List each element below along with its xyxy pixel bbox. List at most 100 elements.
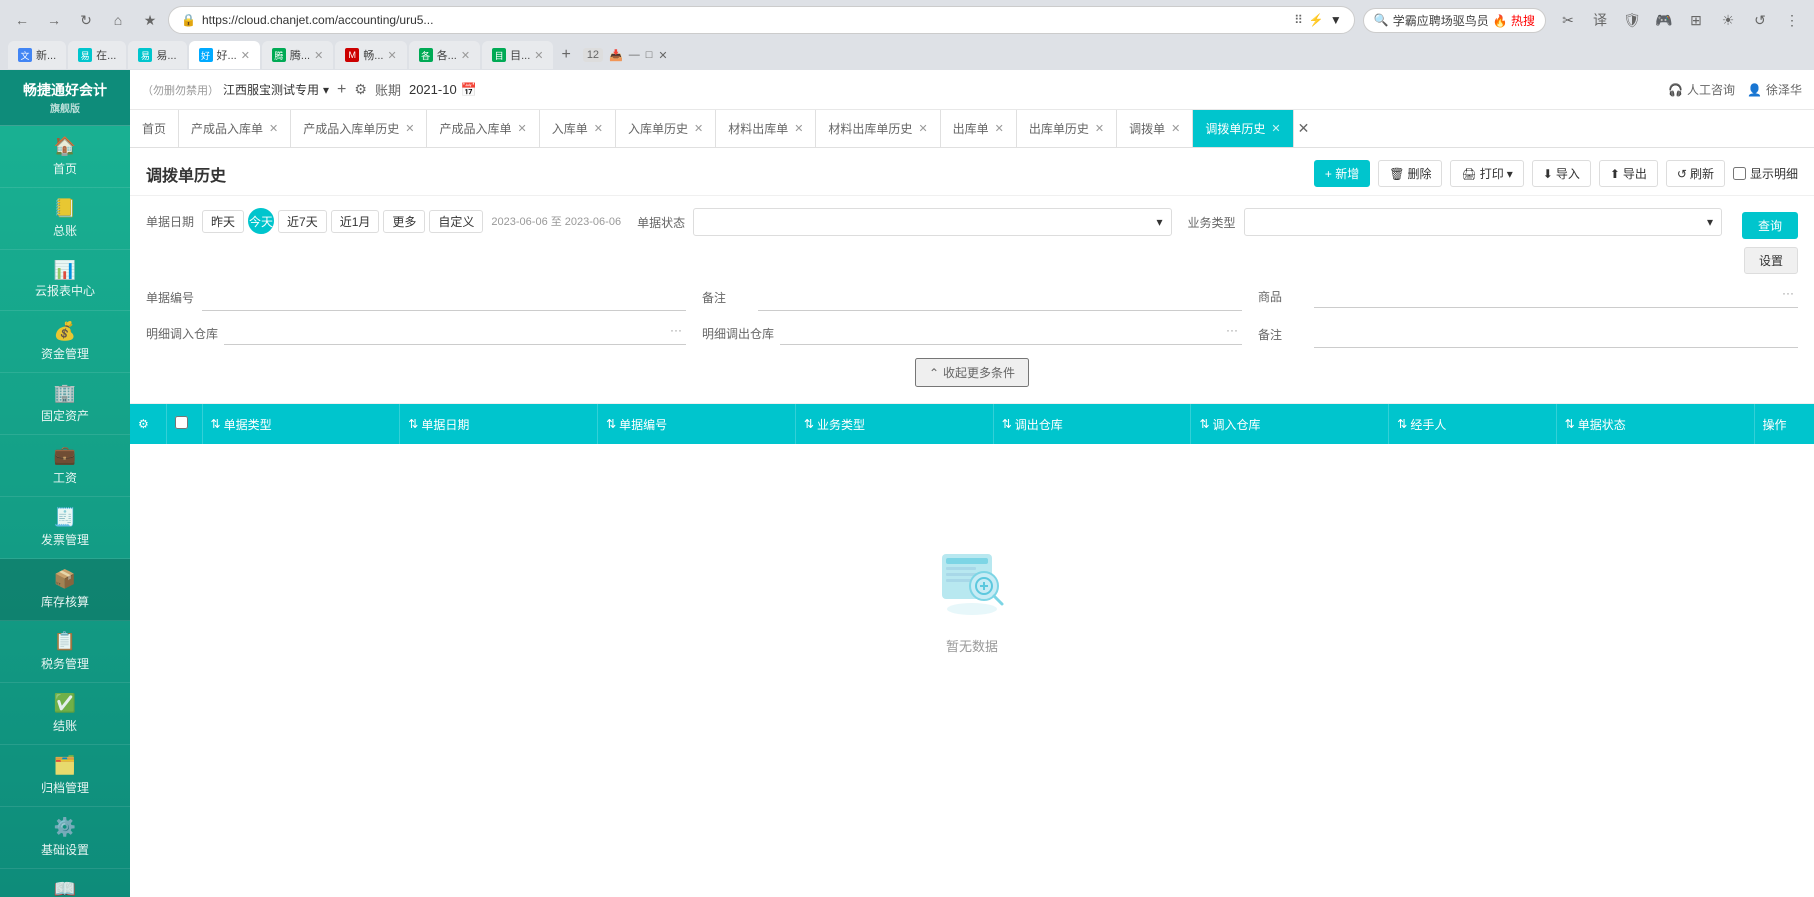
browser-tab-active[interactable]: 好 好... ✕ (189, 41, 260, 69)
tab-close-9[interactable]: ✕ (1095, 122, 1104, 135)
refresh-btn[interactable]: ↺ 刷新 (1666, 160, 1725, 187)
th-doc-no[interactable]: ⇅ 单据编号 (598, 404, 796, 444)
th-doc-type[interactable]: ⇅ 单据类型 (202, 404, 400, 444)
tab-cpinbound[interactable]: 产成品入库单 ✕ (179, 110, 291, 148)
remark-input[interactable] (762, 286, 1238, 308)
select-all-checkbox[interactable] (175, 416, 188, 429)
tab-material-out[interactable]: 材料出库单 ✕ (716, 110, 816, 148)
minimize-btn[interactable]: — (629, 49, 640, 61)
tab5-close[interactable]: ✕ (314, 49, 323, 62)
tab7-close[interactable]: ✕ (461, 49, 470, 62)
game-icon[interactable]: 🎮 (1650, 6, 1678, 34)
add-company-btn[interactable]: + (337, 81, 346, 99)
tab-close-icon[interactable]: ✕ (241, 49, 250, 62)
tab-close-7[interactable]: ✕ (918, 122, 927, 135)
sidebar-item-reports[interactable]: 📊 云报表中心 (0, 250, 130, 311)
docno-input[interactable] (206, 286, 682, 308)
translate-icon[interactable]: 译 (1586, 6, 1614, 34)
tab-close-2[interactable]: ✕ (405, 122, 414, 135)
export-btn[interactable]: ⬆ 导出 (1599, 160, 1658, 187)
user-btn[interactable]: 👤 徐泽华 (1747, 81, 1802, 98)
browser-tab-8[interactable]: 目 目... ✕ (482, 41, 553, 69)
sidebar-item-inventory[interactable]: 📦 库存核算 (0, 559, 130, 621)
tab-close-8[interactable]: ✕ (995, 122, 1004, 135)
tab8-close[interactable]: ✕ (534, 49, 543, 62)
tab-outbound-history[interactable]: 出库单历史 ✕ (1017, 110, 1117, 148)
sidebar-item-basic[interactable]: ⚙️ 基础设置 (0, 807, 130, 869)
sidebar-item-settle[interactable]: ✅ 结账 (0, 683, 130, 745)
sidebar-item-fixed[interactable]: 🏢 固定资产 (0, 373, 130, 435)
tab-close-3[interactable]: ✕ (518, 122, 527, 135)
show-full-checkbox[interactable]: 显示明细 (1733, 165, 1798, 182)
tab-outbound[interactable]: 出库单 ✕ (941, 110, 1017, 148)
wh-out-more-btn[interactable]: ··· (1226, 323, 1238, 342)
biz-type-select[interactable]: ▾ (1244, 208, 1722, 236)
tab-cpinbound-history[interactable]: 产成品入库单历史 ✕ (291, 110, 427, 148)
filter-settings-btn[interactable]: 设置 (1744, 247, 1798, 274)
sidebar-item-home[interactable]: 🏠 首页 (0, 126, 130, 188)
company-selector[interactable]: （勿删勿禁用） 江西服宝测试专用 ▾ (142, 81, 329, 98)
sidebar-item-salary[interactable]: 💼 工资 (0, 435, 130, 497)
tab-inbound-history[interactable]: 入库单历史 ✕ (616, 110, 716, 148)
th-in-warehouse[interactable]: ⇅ 调入仓库 (1191, 404, 1389, 444)
tab-close-10[interactable]: ✕ (1171, 122, 1180, 135)
sun-icon[interactable]: ☀ (1714, 6, 1742, 34)
undo-icon[interactable]: ↺ (1746, 6, 1774, 34)
date-btn-1month[interactable]: 近1月 (331, 210, 380, 233)
sidebar-item-capital[interactable]: 💰 资金管理 (0, 311, 130, 373)
bookmark-btn[interactable]: ★ (136, 6, 164, 34)
print-dropdown[interactable]: ▾ (1507, 167, 1513, 181)
forward-btn[interactable]: → (40, 6, 68, 34)
import-btn[interactable]: ⬇ 导入 (1532, 160, 1591, 187)
sidebar-item-tax[interactable]: 📋 税务管理 (0, 621, 130, 683)
cut-icon[interactable]: ✂ (1554, 6, 1582, 34)
status-select[interactable]: ▾ (693, 208, 1171, 236)
th-status[interactable]: ⇅ 单据状态 (1556, 404, 1754, 444)
sidebar-item-archive[interactable]: 🗂️ 归档管理 (0, 745, 130, 807)
tab6-close[interactable]: ✕ (387, 49, 396, 62)
print-btn[interactable]: 🖨 打印 ▾ (1450, 160, 1523, 187)
th-out-warehouse[interactable]: ⇅ 调出仓库 (993, 404, 1191, 444)
search-bar[interactable]: 🔍 学霸应聘场驱鸟员 🔥 热搜 (1363, 8, 1546, 33)
close-all-tabs-btn[interactable]: ✕ (1298, 120, 1310, 137)
service-btn[interactable]: 🎧 人工咨询 (1668, 81, 1735, 98)
browser-tab-1[interactable]: 文 新... (8, 41, 66, 69)
note-input[interactable] (1318, 323, 1794, 345)
date-btn-today[interactable]: 今天 (248, 208, 274, 234)
address-bar[interactable]: 🔒 https://cloud.chanjet.com/accounting/u… (168, 6, 1355, 34)
tab-transfer-history[interactable]: 调拨单历史 ✕ (1193, 110, 1293, 148)
sidebar-item-invoice[interactable]: 🧾 发票管理 (0, 497, 130, 559)
downloads-icon[interactable]: 📥 (609, 49, 623, 62)
tab-material-out-history[interactable]: 材料出库单历史 ✕ (816, 110, 940, 148)
browser-tab-2[interactable]: 易 在... (68, 41, 126, 69)
tab-close-11[interactable]: ✕ (1271, 122, 1280, 135)
home-btn[interactable]: ⌂ (104, 6, 132, 34)
th-gear[interactable]: ⚙ (130, 404, 166, 444)
date-btn-more[interactable]: 更多 (383, 210, 425, 233)
th-handler[interactable]: ⇅ 经手人 (1389, 404, 1556, 444)
browser-tab-6[interactable]: M 畅... ✕ (335, 41, 406, 69)
tab-close-5[interactable]: ✕ (694, 122, 703, 135)
wh-in-more-btn[interactable]: ··· (670, 323, 682, 342)
sidebar-item-ledger[interactable]: 📒 总账 (0, 188, 130, 250)
new-tab-btn[interactable]: + (555, 46, 576, 64)
tab-cpinbound2[interactable]: 产成品入库单 ✕ (427, 110, 539, 148)
tab-close-4[interactable]: ✕ (594, 122, 603, 135)
add-btn[interactable]: + 新增 (1314, 160, 1370, 187)
tab-close-1[interactable]: ✕ (269, 122, 278, 135)
settings-btn[interactable]: ⚙ (354, 81, 367, 98)
shield-icon[interactable]: 🛡 (1618, 6, 1646, 34)
browser-tab-5[interactable]: 腾 腾... ✕ (262, 41, 333, 69)
delete-btn[interactable]: 🗑 删除 (1378, 160, 1442, 187)
th-biz-type[interactable]: ⇅ 业务类型 (795, 404, 993, 444)
tab-transfer[interactable]: 调拨单 ✕ (1117, 110, 1193, 148)
query-btn[interactable]: 查询 (1742, 212, 1798, 239)
reload-btn[interactable]: ↻ (72, 6, 100, 34)
show-full-input[interactable] (1733, 167, 1746, 180)
goods-more-btn[interactable]: ··· (1782, 286, 1794, 305)
sidebar-item-guide[interactable]: 📖 新手引导 (0, 869, 130, 897)
date-btn-custom[interactable]: 自定义 (429, 210, 483, 233)
tab-close-6[interactable]: ✕ (794, 122, 803, 135)
grid-icon[interactable]: ⊞ (1682, 6, 1710, 34)
th-checkbox[interactable] (166, 404, 202, 444)
